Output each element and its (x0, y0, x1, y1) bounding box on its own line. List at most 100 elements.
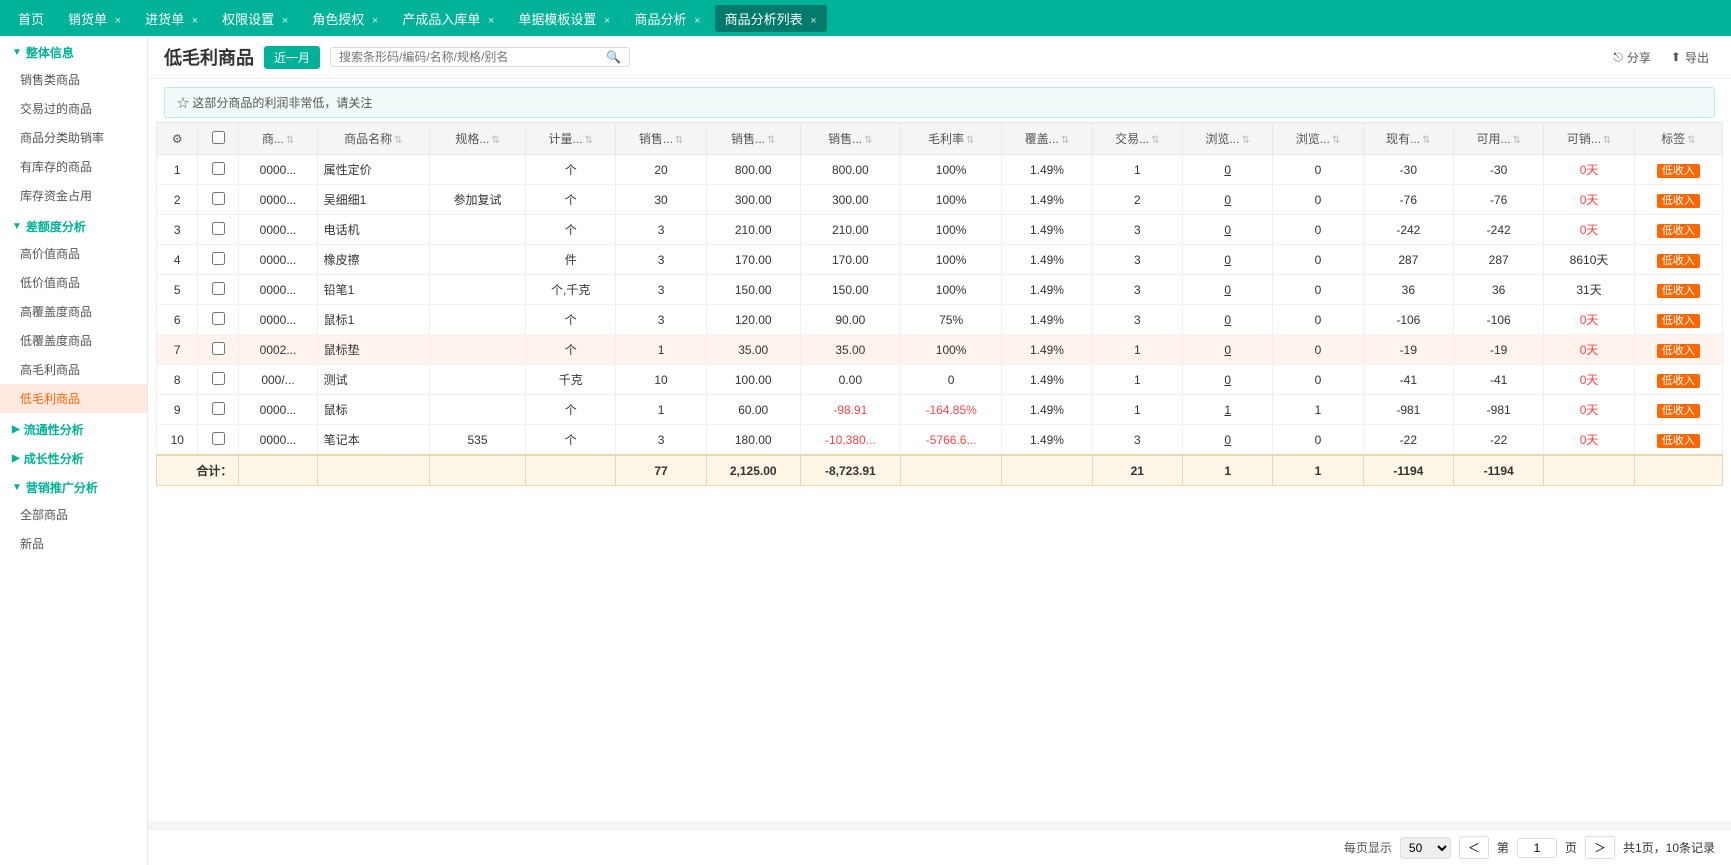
col-settings[interactable]: ⚙ (157, 123, 198, 155)
sidebar-group-overall[interactable]: ▼ 整体信息 (0, 36, 147, 65)
sidebar-item-low-margin[interactable]: 低毛利商品 (0, 384, 147, 413)
row-select-checkbox[interactable] (212, 372, 225, 385)
sidebar-item-stock-capital[interactable]: 库存资金占用 (0, 181, 147, 210)
nav-home[interactable]: 首页 (8, 5, 54, 32)
view1-link[interactable]: 0 (1224, 343, 1231, 357)
sidebar-group-circulation[interactable]: ▶ 流通性分析 (0, 413, 147, 442)
row-select-checkbox[interactable] (212, 312, 225, 325)
col-code[interactable]: 商...⇅ (239, 123, 317, 155)
view1-link[interactable]: 0 (1224, 433, 1231, 447)
sidebar-item-in-stock[interactable]: 有库存的商品 (0, 152, 147, 181)
row-view1[interactable]: 1 (1182, 395, 1272, 425)
col-unit[interactable]: 计量...⇅ (526, 123, 616, 155)
sidebar-item-low-value[interactable]: 低价值商品 (0, 268, 147, 297)
nav-sales[interactable]: 销货单 × (58, 5, 131, 32)
table-container[interactable]: ⚙ 商...⇅ 商品名称⇅ 规格...⇅ 计量...⇅ 销售...⇅ 销售...… (148, 122, 1731, 821)
view1-link[interactable]: 0 (1224, 223, 1231, 237)
per-page-select[interactable]: 50 20 100 (1400, 837, 1451, 859)
row-select-checkbox[interactable] (212, 282, 225, 295)
nav-template-settings[interactable]: 单据模板设置 × (508, 5, 620, 32)
close-icon[interactable]: × (115, 15, 121, 27)
search-icon[interactable]: 🔍 (606, 50, 621, 64)
row-select-checkbox[interactable] (212, 162, 225, 175)
col-coverage[interactable]: 覆盖...⇅ (1002, 123, 1092, 155)
close-icon[interactable]: × (488, 15, 494, 27)
row-view1[interactable]: 0 (1182, 425, 1272, 456)
view1-link[interactable]: 0 (1224, 373, 1231, 387)
col-sales-count[interactable]: 销售...⇅ (616, 123, 706, 155)
close-icon[interactable]: × (694, 15, 700, 27)
col-trade[interactable]: 交易...⇅ (1092, 123, 1182, 155)
view1-link[interactable]: 0 (1224, 193, 1231, 207)
row-select-checkbox[interactable] (212, 402, 225, 415)
row-view1[interactable]: 0 (1182, 365, 1272, 395)
view1-link[interactable]: 0 (1224, 253, 1231, 267)
close-icon[interactable]: × (810, 15, 816, 27)
nav-product-analysis[interactable]: 商品分析 × (624, 5, 710, 32)
row-select-checkbox[interactable] (212, 222, 225, 235)
row-checkbox[interactable] (198, 365, 239, 395)
row-checkbox[interactable] (198, 245, 239, 275)
next-page-button[interactable]: ＞ (1585, 836, 1615, 859)
col-sales-price[interactable]: 销售...⇅ (706, 123, 800, 155)
sidebar-item-all-products[interactable]: 全部商品 (0, 500, 147, 529)
row-select-checkbox[interactable] (212, 192, 225, 205)
close-icon[interactable]: × (192, 15, 198, 27)
row-view1[interactable]: 0 (1182, 155, 1272, 185)
close-icon[interactable]: × (604, 15, 610, 27)
row-view1[interactable]: 0 (1182, 275, 1272, 305)
row-view1[interactable]: 0 (1182, 335, 1272, 365)
sidebar-group-difference[interactable]: ▼ 差额度分析 (0, 210, 147, 239)
search-input[interactable] (339, 50, 606, 64)
filter-recent-month-button[interactable]: 近一月 (264, 46, 320, 69)
close-icon[interactable]: × (372, 15, 378, 27)
view1-link[interactable]: 0 (1224, 283, 1231, 297)
export-button[interactable]: ⬆ 导出 (1665, 46, 1715, 69)
sidebar-item-traded-products[interactable]: 交易过的商品 (0, 94, 147, 123)
col-current[interactable]: 现有...⇅ (1363, 123, 1453, 155)
row-select-checkbox[interactable] (212, 342, 225, 355)
col-sellable[interactable]: 可销...⇅ (1544, 123, 1634, 155)
sidebar-item-low-coverage[interactable]: 低覆盖度商品 (0, 326, 147, 355)
sidebar-item-category-rate[interactable]: 商品分类助销率 (0, 123, 147, 152)
view1-link[interactable]: 0 (1224, 313, 1231, 327)
nav-product-entry[interactable]: 产成品入库单 × (392, 5, 504, 32)
nav-product-analysis-list[interactable]: 商品分析列表 × (715, 5, 827, 32)
view1-link[interactable]: 1 (1224, 403, 1231, 417)
col-gross-margin[interactable]: 毛利率⇅ (900, 123, 1001, 155)
col-available[interactable]: 可用...⇅ (1454, 123, 1544, 155)
row-select-checkbox[interactable] (212, 432, 225, 445)
row-checkbox[interactable] (198, 185, 239, 215)
row-checkbox[interactable] (198, 395, 239, 425)
row-checkbox[interactable] (198, 305, 239, 335)
row-view1[interactable]: 0 (1182, 245, 1272, 275)
col-checkbox[interactable] (198, 123, 239, 155)
row-view1[interactable]: 0 (1182, 305, 1272, 335)
sidebar-item-high-coverage[interactable]: 高覆盖度商品 (0, 297, 147, 326)
sidebar-group-growth[interactable]: ▶ 成长性分析 (0, 442, 147, 471)
nav-purchase[interactable]: 进货单 × (135, 5, 208, 32)
share-button[interactable]: ⎋ 分享 (1607, 46, 1657, 69)
col-view1[interactable]: 浏览...⇅ (1182, 123, 1272, 155)
col-name[interactable]: 商品名称⇅ (317, 123, 429, 155)
col-view2[interactable]: 浏览...⇅ (1273, 123, 1363, 155)
col-sales-amount[interactable]: 销售...⇅ (800, 123, 900, 155)
row-checkbox[interactable] (198, 275, 239, 305)
sidebar-item-new-products[interactable]: 新品 (0, 529, 147, 558)
view1-link[interactable]: 0 (1224, 163, 1231, 177)
row-checkbox[interactable] (198, 425, 239, 456)
sidebar-item-high-value[interactable]: 高价值商品 (0, 239, 147, 268)
search-box[interactable]: 🔍 (330, 47, 630, 67)
nav-role-auth[interactable]: 角色授权 × (302, 5, 388, 32)
row-checkbox[interactable] (198, 155, 239, 185)
col-spec[interactable]: 规格...⇅ (430, 123, 526, 155)
sidebar-group-marketing[interactable]: ▼ 营销推广分析 (0, 471, 147, 500)
nav-permissions[interactable]: 权限设置 × (212, 5, 298, 32)
close-icon[interactable]: × (282, 15, 288, 27)
col-tag[interactable]: 标签⇅ (1634, 123, 1722, 155)
horizontal-scrollbar[interactable] (148, 821, 1731, 829)
row-checkbox[interactable] (198, 335, 239, 365)
row-view1[interactable]: 0 (1182, 215, 1272, 245)
page-number-input[interactable] (1517, 838, 1557, 858)
sidebar-item-high-margin[interactable]: 高毛利商品 (0, 355, 147, 384)
